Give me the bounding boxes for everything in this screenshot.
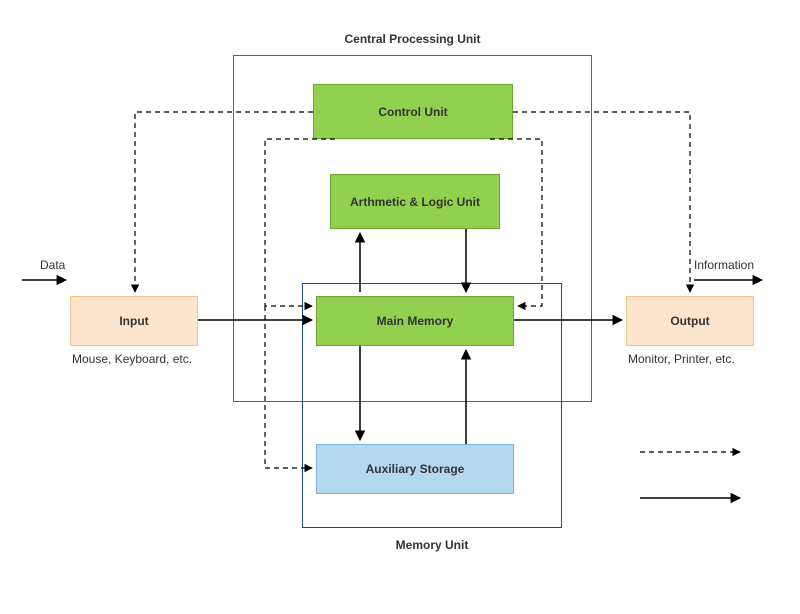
aux-storage-box: Auxiliary Storage (316, 444, 514, 494)
output-box: Output (626, 296, 754, 346)
cpu-title: Central Processing Unit (233, 32, 592, 46)
aux-storage-label: Auxiliary Storage (366, 462, 465, 476)
main-memory-box: Main Memory (316, 296, 514, 346)
input-subcaption: Mouse, Keyboard, etc. (72, 352, 202, 366)
alu-label: Arthmetic & Logic Unit (350, 195, 480, 209)
output-subcaption: Monitor, Printer, etc. (628, 352, 768, 366)
control-unit-box: Control Unit (313, 84, 513, 139)
input-label: Input (119, 314, 148, 328)
data-caption: Data (40, 258, 65, 272)
input-box: Input (70, 296, 198, 346)
main-memory-label: Main Memory (377, 314, 454, 328)
alu-box: Arthmetic & Logic Unit (330, 174, 500, 229)
information-caption: Information (694, 258, 754, 272)
output-label: Output (670, 314, 709, 328)
memory-unit-title: Memory Unit (302, 538, 562, 552)
control-unit-label: Control Unit (378, 105, 447, 119)
